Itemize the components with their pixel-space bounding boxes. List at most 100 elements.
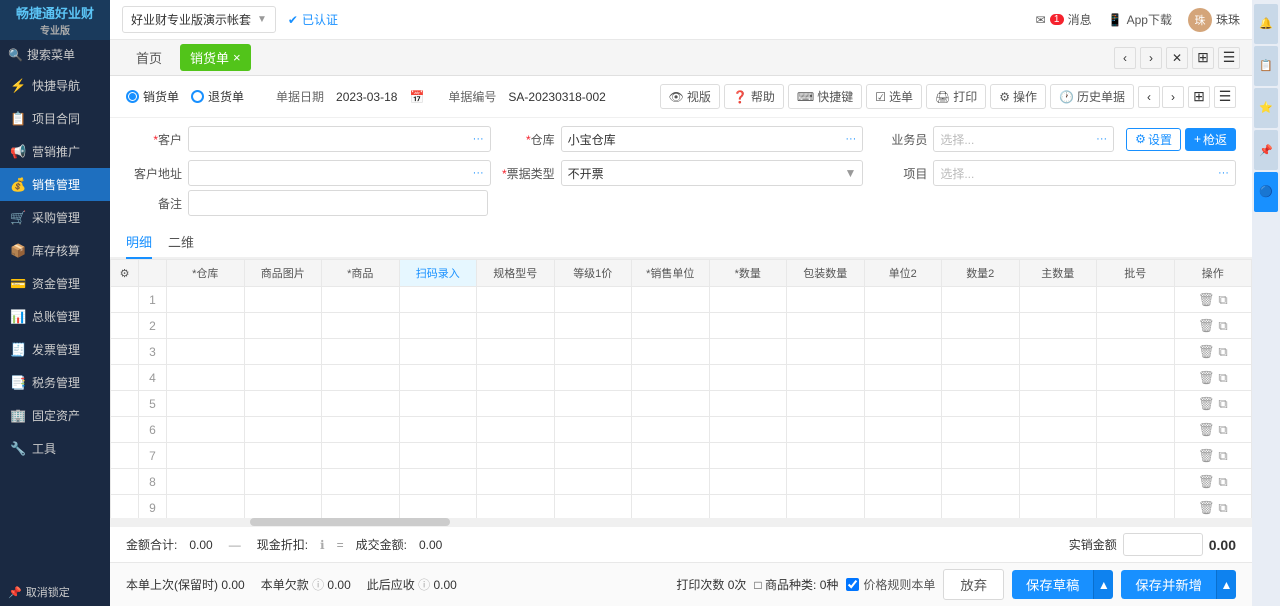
row-copy-btn[interactable]: ⧉ xyxy=(1218,370,1227,386)
row-qty2-cell[interactable] xyxy=(942,417,1020,443)
row-delete-btn[interactable]: 🗑 xyxy=(1198,500,1215,516)
row-unit2-cell[interactable] xyxy=(864,443,942,469)
setting-btn[interactable]: ⚙ 设置 xyxy=(1126,128,1181,151)
sidebar-item-ledger[interactable]: 📊 总账管理 xyxy=(0,300,110,333)
cancel-fixed-btn[interactable]: 📌 取消锁定 xyxy=(0,578,110,606)
row-batch-cell[interactable] xyxy=(1097,339,1175,365)
row-qty-cell[interactable] xyxy=(709,313,787,339)
row-warehouse-cell[interactable] xyxy=(167,365,245,391)
row-product-cell[interactable] xyxy=(322,469,400,495)
right-panel-btn-3[interactable]: ⭐ xyxy=(1254,88,1278,128)
row-copy-btn[interactable]: ⧉ xyxy=(1218,422,1227,438)
btn-select[interactable]: ☑选单 xyxy=(866,84,922,109)
row-saleunit-cell[interactable] xyxy=(632,391,710,417)
row-img-cell[interactable] xyxy=(244,365,322,391)
row-qty-cell[interactable] xyxy=(709,443,787,469)
row-scan-cell[interactable] xyxy=(399,443,477,469)
row-qty-cell[interactable] xyxy=(709,469,787,495)
row-copy-btn[interactable]: ⧉ xyxy=(1218,500,1227,516)
right-panel-btn-5[interactable]: 🔵 xyxy=(1254,172,1278,212)
row-delete-btn[interactable]: 🗑 xyxy=(1198,448,1215,464)
row-copy-btn[interactable]: ⧉ xyxy=(1218,344,1227,360)
row-batch-cell[interactable] xyxy=(1097,417,1175,443)
row-product-cell[interactable] xyxy=(322,339,400,365)
warehouse-input[interactable]: 小宝仓库 ··· xyxy=(561,126,864,152)
row-batch-cell[interactable] xyxy=(1097,365,1175,391)
row-mainqty-cell[interactable] xyxy=(1019,417,1097,443)
row-scan-cell[interactable] xyxy=(399,339,477,365)
row-saleunit-cell[interactable] xyxy=(632,495,710,519)
row-price1-cell[interactable] xyxy=(554,443,632,469)
row-packqty-cell[interactable] xyxy=(787,365,865,391)
row-qty2-cell[interactable] xyxy=(942,287,1020,313)
row-img-cell[interactable] xyxy=(244,469,322,495)
row-saleunit-cell[interactable] xyxy=(632,443,710,469)
row-price1-cell[interactable] xyxy=(554,469,632,495)
row-scan-cell[interactable] xyxy=(399,287,477,313)
row-spec-cell[interactable] xyxy=(477,391,555,417)
right-panel-btn-4[interactable]: 📌 xyxy=(1254,130,1278,170)
final-amount-input[interactable] xyxy=(1123,533,1203,556)
save-new-btn[interactable]: 保存并新增 xyxy=(1121,570,1216,599)
row-batch-cell[interactable] xyxy=(1097,495,1175,519)
row-scan-cell[interactable] xyxy=(399,495,477,519)
customer-input[interactable]: ··· xyxy=(188,126,491,152)
row-saleunit-cell[interactable] xyxy=(632,365,710,391)
save-new-dropdown-btn[interactable]: ▲ xyxy=(1216,570,1236,599)
save-draft-btn[interactable]: 保存草稿 xyxy=(1012,570,1093,599)
help-circle-icon[interactable]: ℹ xyxy=(320,538,325,552)
row-unit2-cell[interactable] xyxy=(864,339,942,365)
row-qty-cell[interactable] xyxy=(709,287,787,313)
row-batch-cell[interactable] xyxy=(1097,313,1175,339)
tab-close-icon[interactable]: × xyxy=(233,50,241,65)
row-saleunit-cell[interactable] xyxy=(632,417,710,443)
return-btn[interactable]: + 枪返 xyxy=(1185,128,1236,151)
row-warehouse-cell[interactable] xyxy=(167,417,245,443)
row-spec-cell[interactable] xyxy=(477,495,555,519)
row-mainqty-cell[interactable] xyxy=(1019,495,1097,519)
row-saleunit-cell[interactable] xyxy=(632,287,710,313)
btn-view[interactable]: 👁视版 xyxy=(660,84,720,109)
row-copy-btn[interactable]: ⧉ xyxy=(1218,474,1227,490)
row-img-cell[interactable] xyxy=(244,287,322,313)
row-mainqty-cell[interactable] xyxy=(1019,287,1097,313)
row-saleunit-cell[interactable] xyxy=(632,313,710,339)
row-qty2-cell[interactable] xyxy=(942,391,1020,417)
row-copy-btn[interactable]: ⧉ xyxy=(1218,396,1227,412)
radio-sale[interactable]: 销货单 xyxy=(126,88,179,105)
row-spec-cell[interactable] xyxy=(477,339,555,365)
row-qty-cell[interactable] xyxy=(709,365,787,391)
row-delete-btn[interactable]: 🗑 xyxy=(1198,474,1215,490)
row-img-cell[interactable] xyxy=(244,391,322,417)
form-prev-btn[interactable]: ‹ xyxy=(1138,86,1160,108)
row-packqty-cell[interactable] xyxy=(787,313,865,339)
row-price1-cell[interactable] xyxy=(554,495,632,519)
sidebar-item-invoice[interactable]: 🧾 发票管理 xyxy=(0,333,110,366)
row-unit2-cell[interactable] xyxy=(864,391,942,417)
row-mainqty-cell[interactable] xyxy=(1019,313,1097,339)
warehouse-dots-btn[interactable]: ··· xyxy=(845,133,856,145)
price-check-checkbox[interactable] xyxy=(846,578,859,591)
form-list-btn[interactable]: ☰ xyxy=(1214,86,1236,108)
row-delete-btn[interactable]: 🗑 xyxy=(1198,396,1215,412)
sidebar-item-funds[interactable]: 💳 资金管理 xyxy=(0,267,110,300)
row-mainqty-cell[interactable] xyxy=(1019,391,1097,417)
salesperson-input[interactable]: 选择... ··· xyxy=(933,126,1114,152)
row-scan-cell[interactable] xyxy=(399,417,477,443)
row-copy-btn[interactable]: ⧉ xyxy=(1218,292,1227,308)
calendar-icon[interactable]: 📅 xyxy=(409,90,424,104)
row-product-cell[interactable] xyxy=(322,391,400,417)
save-draft-dropdown-btn[interactable]: ▲ xyxy=(1093,570,1113,599)
tab-grid-view-btn[interactable]: ⊞ xyxy=(1192,47,1214,69)
row-scan-cell[interactable] xyxy=(399,365,477,391)
row-price1-cell[interactable] xyxy=(554,391,632,417)
btn-history[interactable]: 🕐历史单据 xyxy=(1050,84,1134,109)
remark-input[interactable] xyxy=(188,190,488,216)
row-qty2-cell[interactable] xyxy=(942,443,1020,469)
row-scan-cell[interactable] xyxy=(399,313,477,339)
row-img-cell[interactable] xyxy=(244,417,322,443)
row-saleunit-cell[interactable] xyxy=(632,469,710,495)
sidebar-item-tax[interactable]: 📑 税务管理 xyxy=(0,366,110,399)
row-price1-cell[interactable] xyxy=(554,287,632,313)
table-scrollbar[interactable] xyxy=(110,518,1252,526)
